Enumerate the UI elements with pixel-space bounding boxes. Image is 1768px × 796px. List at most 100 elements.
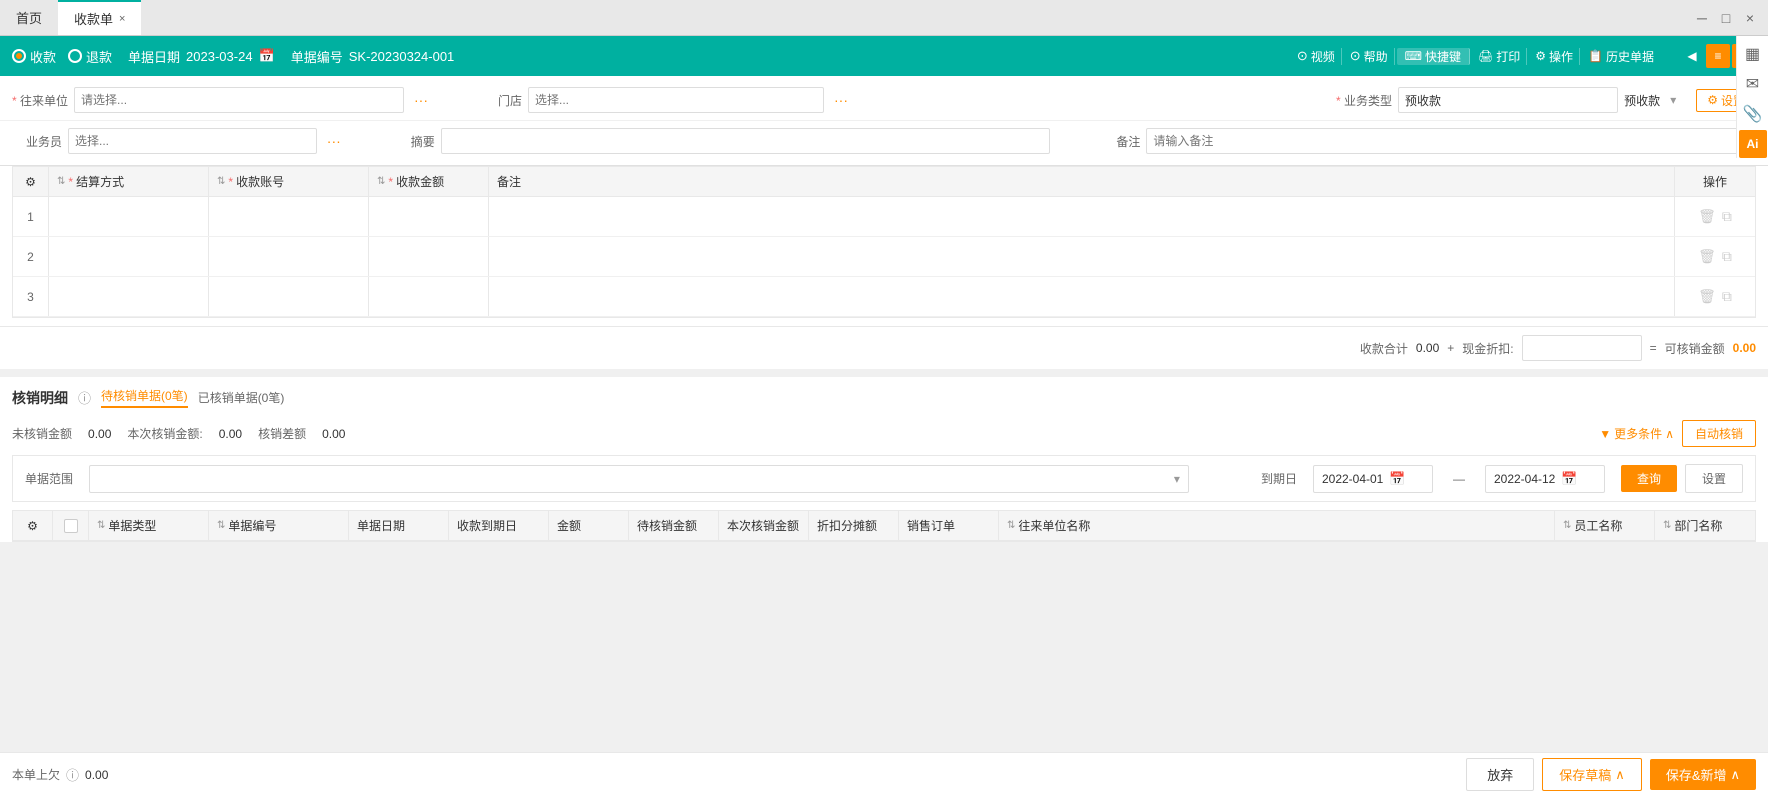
more-conditions-btn[interactable]: ▼ 更多条件 ∧ [1599,425,1674,442]
nav-prev-btn[interactable]: ◀ [1680,44,1704,68]
abandon-button[interactable]: 放弃 [1466,758,1534,791]
operation-btn[interactable]: ⚙ 操作 [1529,48,1580,65]
shortcut-icon: ⌨ [1405,49,1422,63]
sub-th-no-label: 单据编号 [228,517,276,534]
header-bar: 收款 退款 单据日期 2023-03-24 📅 单据编号 SK-20230324… [0,36,1768,76]
th-account: ⇅ * 收款账号 [209,167,369,196]
row1-delete-icon[interactable]: 🗑 [1698,208,1716,225]
receipt-type-radio: 收款 退款 [12,47,112,66]
staff-input[interactable] [68,128,317,154]
view-list-btn[interactable]: ≡ [1706,44,1730,68]
sub-th-check[interactable] [53,511,89,540]
no-sort-icon: ⇅ [217,520,225,531]
remark-input[interactable] [1146,128,1756,154]
sidebar-clip-icon[interactable]: 📎 [1739,100,1767,128]
row3-copy-icon[interactable]: ⧉ [1722,288,1732,305]
table-gear-col[interactable]: ⚙ [13,167,49,196]
th-amount-label: 收款金额 [396,173,444,190]
sub-th-order-label: 销售订单 [907,517,955,534]
row2-amount[interactable] [369,237,489,276]
sub-th-pending-label: 待核销金额 [637,517,697,534]
staff-more-icon[interactable]: ··· [323,133,345,149]
filter-icon: ▼ [1599,427,1611,441]
row2-settle[interactable] [49,237,209,276]
help-btn[interactable]: ⊙ 帮助 [1344,48,1395,65]
verify-done-tab[interactable]: 已核销单据(0笔) [198,389,285,406]
tab-home[interactable]: 首页 [0,0,58,35]
shortcut-btn[interactable]: ⌨ 快捷键 [1397,48,1470,65]
history-icon: 📋 [1588,49,1603,63]
row3-remark[interactable] [489,277,1675,316]
window-max-btn[interactable]: □ [1716,8,1736,28]
sidebar-email-icon[interactable]: ✉ [1739,70,1767,98]
summary-input[interactable] [441,128,1051,154]
verify-title: 核销明细 [12,388,68,408]
row3-account[interactable] [209,277,369,316]
date-dash: — [1453,472,1465,486]
video-btn[interactable]: ⊙ 视频 [1291,48,1342,65]
auto-cancel-btn[interactable]: 自动核销 [1682,420,1756,447]
store-input[interactable] [528,87,824,113]
sub-gear-icon: ⚙ [27,519,38,533]
this-cancel-label: 本次核销金额: [127,425,202,442]
store-more-icon[interactable]: ··· [830,92,852,108]
save-new-button[interactable]: 保存&新增 ∧ [1650,759,1756,790]
row1-settle[interactable] [49,197,209,236]
employee-sort-icon: ⇅ [1563,520,1571,531]
sub-th-order: 销售订单 [899,511,999,540]
history-btn[interactable]: 📋 历史单据 [1582,48,1660,65]
sub-th-gear[interactable]: ⚙ [13,511,53,540]
more-conditions-label: 更多条件 [1614,425,1662,442]
sidebar-ai-icon[interactable]: Ai [1739,130,1767,158]
filter-row: 单据范围 ▾ 到期日 2022-04-01 📅 — 2022-04-12 📅 查… [12,455,1756,502]
partner-more-icon[interactable]: ··· [410,92,432,108]
date-cal-icon[interactable]: 📅 [259,48,275,64]
draft-button[interactable]: 保存草稿 ∧ [1542,758,1642,791]
dept-sort-icon: ⇅ [1663,520,1671,531]
amount-sort-icon: ⇅ [377,176,385,187]
radio-collection[interactable]: 收款 [12,47,56,66]
tab-collection[interactable]: 收款单 × [58,0,141,35]
query-button[interactable]: 查询 [1621,465,1677,492]
row2-copy-icon[interactable]: ⧉ [1722,248,1732,265]
date-value[interactable]: 2023-03-24 [186,49,253,64]
row3-amount[interactable] [369,277,489,316]
print-btn[interactable]: 🖨 打印 [1472,48,1527,65]
row3-delete-icon[interactable]: 🗑 [1698,288,1716,305]
row2-delete-icon[interactable]: 🗑 [1698,248,1716,265]
window-close-btn[interactable]: × [1740,8,1760,28]
filter-range-select[interactable]: ▾ [89,465,1189,493]
tab-close-icon[interactable]: × [119,13,125,25]
row1-remark[interactable] [489,197,1675,236]
no-field: 单据编号 SK-20230324-001 [291,47,455,66]
header-checkbox[interactable] [64,519,78,533]
row1-account[interactable] [209,197,369,236]
row1-amount[interactable] [369,197,489,236]
sidebar-table-icon[interactable]: ▦ [1739,40,1767,68]
discount-input[interactable] [1522,335,1642,361]
prev-info-icon[interactable]: ⓘ [66,765,79,784]
th-remark-label: 备注 [497,173,521,190]
radio-refund[interactable]: 退款 [68,47,112,66]
table-gear-icon: ⚙ [25,175,36,189]
available-value: 0.00 [1733,341,1756,355]
bottom-left: 本单上欠 ⓘ 0.00 [12,765,108,784]
sub-th-discount-label: 折扣分摊额 [817,517,877,534]
row3-settle[interactable] [49,277,209,316]
th-settle: ⇅ * 结算方式 [49,167,209,196]
row2-account[interactable] [209,237,369,276]
verify-pending-tab[interactable]: 待核销单据(0笔) [101,387,188,408]
radio-collection-dot [12,49,26,63]
settle-sort-icon: ⇅ [57,176,65,187]
row1-copy-icon[interactable]: ⧉ [1722,208,1732,225]
verify-info-icon[interactable]: ⓘ [78,388,91,407]
filter-settings-button[interactable]: 设置 [1685,464,1743,493]
due-to-picker[interactable]: 2022-04-12 📅 [1485,465,1605,493]
biz-type-arrow[interactable]: ▾ [1670,93,1676,107]
window-min-btn[interactable]: ─ [1692,8,1712,28]
due-from-picker[interactable]: 2022-04-01 📅 [1313,465,1433,493]
partner-input[interactable] [74,87,404,113]
no-value[interactable]: SK-20230324-001 [349,49,455,64]
video-label: 视频 [1311,48,1335,65]
row2-remark[interactable] [489,237,1675,276]
